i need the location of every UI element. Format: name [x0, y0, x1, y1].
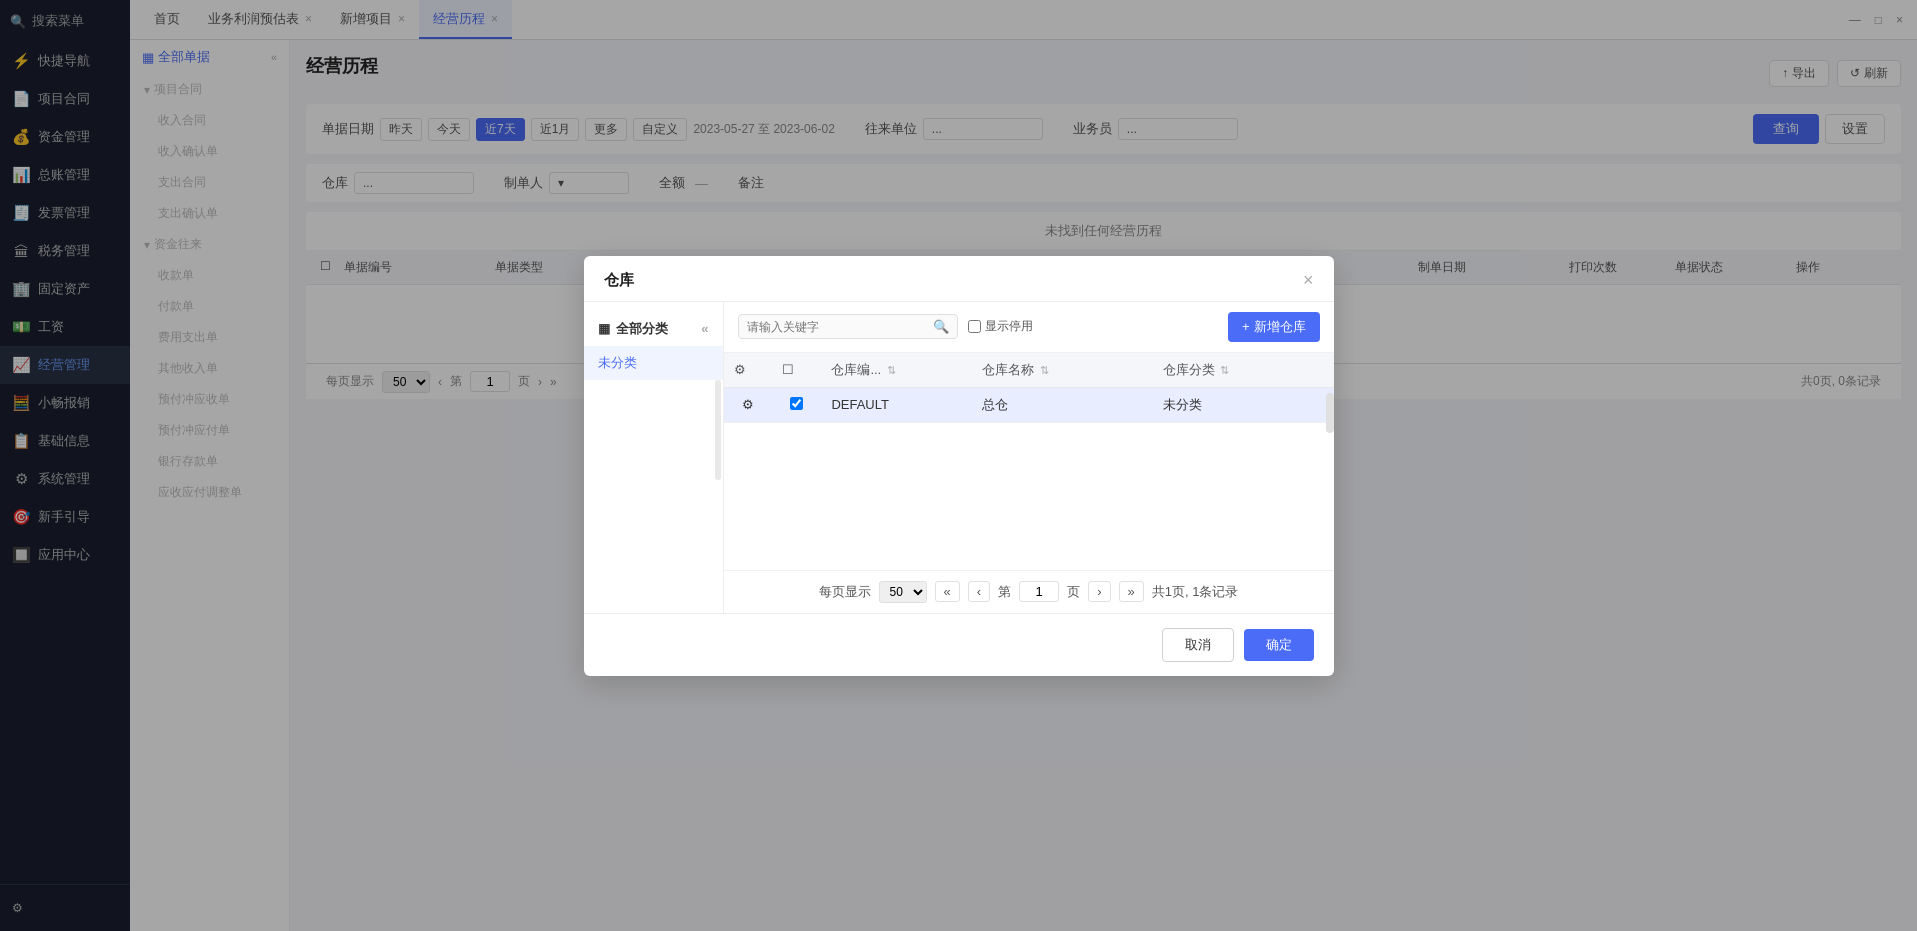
col-settings-header[interactable]: ⚙: [724, 353, 772, 388]
sidebar-scrollbar[interactable]: [715, 380, 721, 480]
col-cat-header[interactable]: 仓库分类 ⇅: [1153, 353, 1334, 388]
col-checkbox-header2[interactable]: ☐: [772, 353, 822, 388]
modal-table-head: ⚙ ☐ 仓库编... ⇅ 仓库名称 ⇅: [724, 353, 1334, 388]
modal-total-info: 共1页, 1条记录: [1152, 583, 1239, 601]
modal-last-page-btn[interactable]: »: [1119, 581, 1144, 602]
modal-title: 仓库: [604, 271, 634, 290]
sort-icon-cat: ⇅: [1220, 364, 1229, 376]
table-row[interactable]: ⚙ DEFAULT 总仓: [724, 387, 1334, 422]
modal-header: 仓库 ×: [584, 256, 1334, 302]
modal-toolbar: 🔍 显示停用 + 新增仓库: [724, 302, 1334, 353]
table-scrollbar-thumb[interactable]: [1326, 393, 1334, 433]
modal-table-wrap: ⚙ ☐ 仓库编... ⇅ 仓库名称 ⇅: [724, 353, 1334, 570]
modal-page-input[interactable]: [1019, 581, 1059, 602]
modal-per-page-select[interactable]: 50: [879, 581, 927, 603]
search-icon2: 🔍: [933, 319, 949, 334]
modal-table: ⚙ ☐ 仓库编... ⇅ 仓库名称 ⇅: [724, 353, 1334, 423]
show-disabled-checkbox-input[interactable]: [968, 320, 981, 333]
collapse-categories-icon: «: [701, 321, 708, 336]
row-checkbox[interactable]: [772, 387, 822, 422]
show-disabled-checkbox[interactable]: 显示停用: [968, 318, 1033, 335]
sort-icon-name: ⇅: [1040, 364, 1049, 376]
row-settings[interactable]: ⚙: [724, 387, 772, 422]
add-warehouse-button[interactable]: + 新增仓库: [1228, 312, 1320, 342]
table-scrollbar-track: [1326, 391, 1334, 570]
modal-body: ▦ 全部分类 « 未分类 🔍: [584, 302, 1334, 613]
grid-icon2: ▦: [598, 321, 610, 336]
modal-search-input[interactable]: [747, 320, 929, 334]
row-category: 未分类: [1153, 387, 1334, 422]
modal-categories: ▦ 全部分类 « 未分类: [584, 302, 724, 613]
modal-search-box: 🔍: [738, 314, 958, 339]
modal-first-page-btn[interactable]: «: [935, 581, 960, 602]
warehouse-modal: 仓库 × ▦ 全部分类 « 未分类: [584, 256, 1334, 676]
category-uncategorized[interactable]: 未分类: [584, 346, 723, 380]
row-name: 总仓: [972, 387, 1153, 422]
row-code: DEFAULT: [821, 387, 972, 422]
sidebar-scroll-area: [584, 380, 723, 580]
all-categories-header[interactable]: ▦ 全部分类 «: [584, 312, 723, 346]
modal-footer: 取消 确定: [584, 613, 1334, 676]
plus-icon: +: [1242, 319, 1250, 334]
modal-prev-page-btn[interactable]: ‹: [968, 581, 990, 602]
col-code-header[interactable]: 仓库编... ⇅: [821, 353, 972, 388]
row-checkbox-input[interactable]: [790, 397, 803, 410]
col-name-header[interactable]: 仓库名称 ⇅: [972, 353, 1153, 388]
modal-table-header-row: ⚙ ☐ 仓库编... ⇅ 仓库名称 ⇅: [724, 353, 1334, 388]
confirm-button[interactable]: 确定: [1244, 629, 1314, 661]
modal-close-button[interactable]: ×: [1303, 270, 1314, 291]
modal-right-content: 🔍 显示停用 + 新增仓库: [724, 302, 1334, 613]
sort-icon-code: ⇅: [887, 364, 896, 376]
modal-pagination: 每页显示 50 « ‹ 第 页 › » 共1页, 1条记录: [724, 570, 1334, 613]
modal-table-body: ⚙ DEFAULT 总仓: [724, 387, 1334, 422]
cancel-button[interactable]: 取消: [1162, 628, 1234, 662]
modal-next-page-btn[interactable]: ›: [1088, 581, 1110, 602]
modal-backdrop: 仓库 × ▦ 全部分类 « 未分类: [0, 0, 1917, 931]
